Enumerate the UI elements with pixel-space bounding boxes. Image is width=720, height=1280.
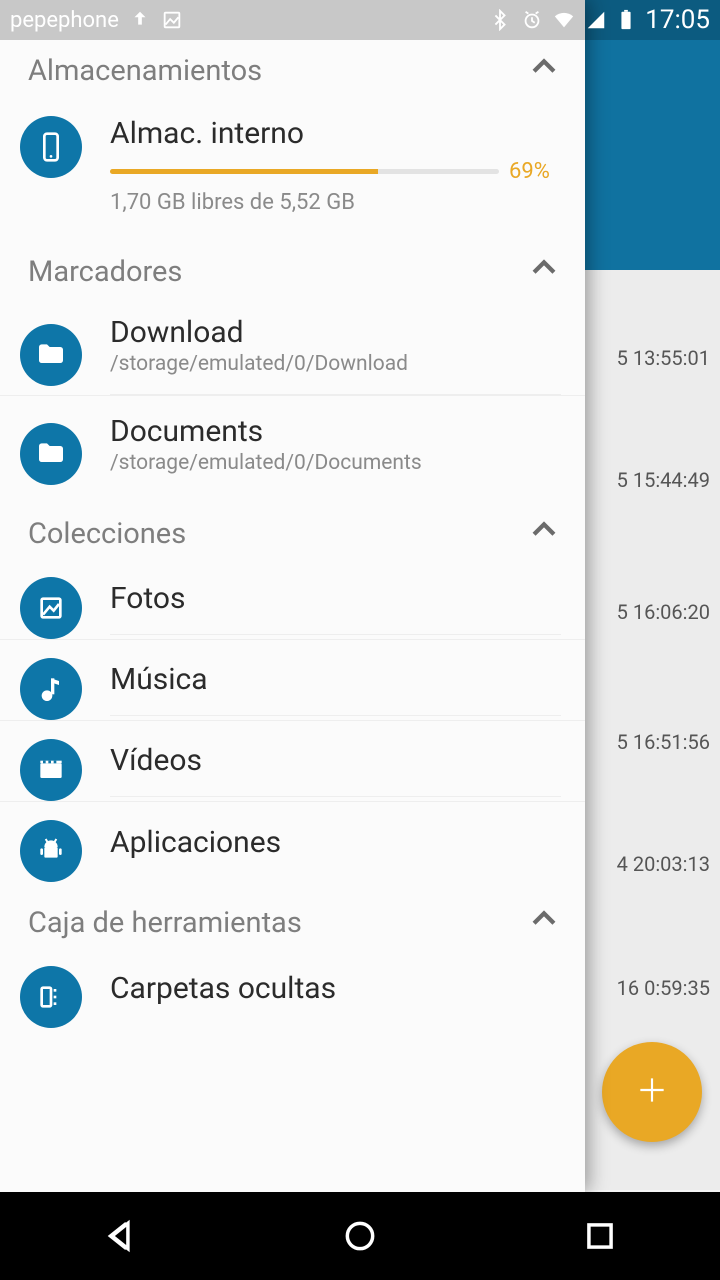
battery-icon — [617, 9, 635, 31]
section-header-collections[interactable]: Colecciones — [0, 503, 585, 559]
nav-back[interactable] — [95, 1211, 145, 1261]
bluetooth-icon — [489, 9, 511, 31]
collections-list: Fotos Música Vídeos — [0, 559, 585, 882]
bookmark-path: /storage/emulated/0/Download — [110, 352, 561, 376]
carrier-label: pepephone — [10, 8, 119, 33]
file-row-time: 4 20:03:13 — [617, 852, 710, 876]
chevron-up-icon — [527, 513, 561, 555]
file-row-time: 5 16:51:56 — [617, 730, 710, 754]
hidden-folders-icon — [20, 966, 82, 1028]
file-row-time: 5 13:55:01 — [617, 346, 710, 370]
signal-icon — [585, 9, 607, 31]
section-title: Colecciones — [28, 517, 186, 551]
section-title: Marcadores — [28, 255, 182, 289]
bookmark-path: /storage/emulated/0/Documents — [110, 451, 561, 475]
chevron-up-icon — [527, 902, 561, 944]
phone-icon — [20, 116, 82, 178]
folder-icon — [20, 324, 82, 386]
section-header-storage[interactable]: Almacenamientos — [0, 40, 585, 96]
storage-title: Almac. interno — [110, 116, 561, 151]
android-icon — [20, 820, 82, 882]
bookmark-download[interactable]: Download /storage/emulated/0/Download — [0, 297, 585, 396]
fab-add[interactable] — [602, 1042, 702, 1142]
collection-title: Aplicaciones — [110, 825, 561, 860]
collection-apps[interactable]: Aplicaciones — [0, 802, 585, 882]
status-bar: pepephone 17:05 — [0, 0, 720, 40]
storage-internal[interactable]: Almac. interno 69% 1,70 GB libres de 5,5… — [0, 96, 585, 223]
chevron-up-icon — [527, 251, 561, 293]
nav-recent[interactable] — [575, 1211, 625, 1261]
chevron-up-icon — [527, 50, 561, 92]
bookmark-title: Documents — [110, 414, 561, 449]
section-header-bookmarks[interactable]: Marcadores — [0, 241, 585, 297]
storage-percent: 69% — [509, 159, 561, 184]
bookmark-documents[interactable]: Documents /storage/emulated/0/Documents — [0, 396, 585, 493]
nav-home[interactable] — [335, 1211, 385, 1261]
file-row-time: 5 15:44:49 — [617, 468, 710, 492]
image-icon — [161, 9, 183, 31]
section-title: Almacenamientos — [28, 54, 262, 88]
toolbox-title: Carpetas ocultas — [110, 971, 561, 1006]
file-row-time: 5 16:06:20 — [617, 600, 710, 624]
music-icon — [20, 658, 82, 720]
wifi-icon — [553, 9, 575, 31]
storage-progress-fill — [110, 169, 378, 174]
section-header-toolbox[interactable]: Caja de herramientas — [0, 892, 585, 948]
folder-icon — [20, 423, 82, 485]
collection-title: Fotos — [110, 581, 561, 616]
collection-music[interactable]: Música — [0, 640, 585, 721]
storage-progress — [110, 169, 499, 174]
photo-icon — [20, 577, 82, 639]
toolbox-hidden-folders[interactable]: Carpetas ocultas — [0, 948, 585, 1028]
android-navbar — [0, 1192, 720, 1280]
bookmarks-list: Download /storage/emulated/0/Download Do… — [0, 297, 585, 493]
alarm-icon — [521, 9, 543, 31]
collection-title: Vídeos — [110, 743, 561, 778]
video-icon — [20, 739, 82, 801]
collection-title: Música — [110, 662, 561, 697]
collection-videos[interactable]: Vídeos — [0, 721, 585, 802]
section-title: Caja de herramientas — [28, 906, 302, 940]
toolbox-list: Carpetas ocultas — [0, 948, 585, 1028]
bookmark-title: Download — [110, 315, 561, 350]
storage-subtitle: 1,70 GB libres de 5,52 GB — [110, 190, 561, 215]
upload-icon — [129, 9, 151, 31]
status-time: 17:05 — [645, 5, 710, 35]
plus-icon — [632, 1070, 672, 1114]
navigation-drawer: Almacenamientos Almac. interno 69% 1,70 … — [0, 0, 585, 1192]
collection-photos[interactable]: Fotos — [0, 559, 585, 640]
file-row-time: 16 0:59:35 — [617, 976, 710, 1000]
